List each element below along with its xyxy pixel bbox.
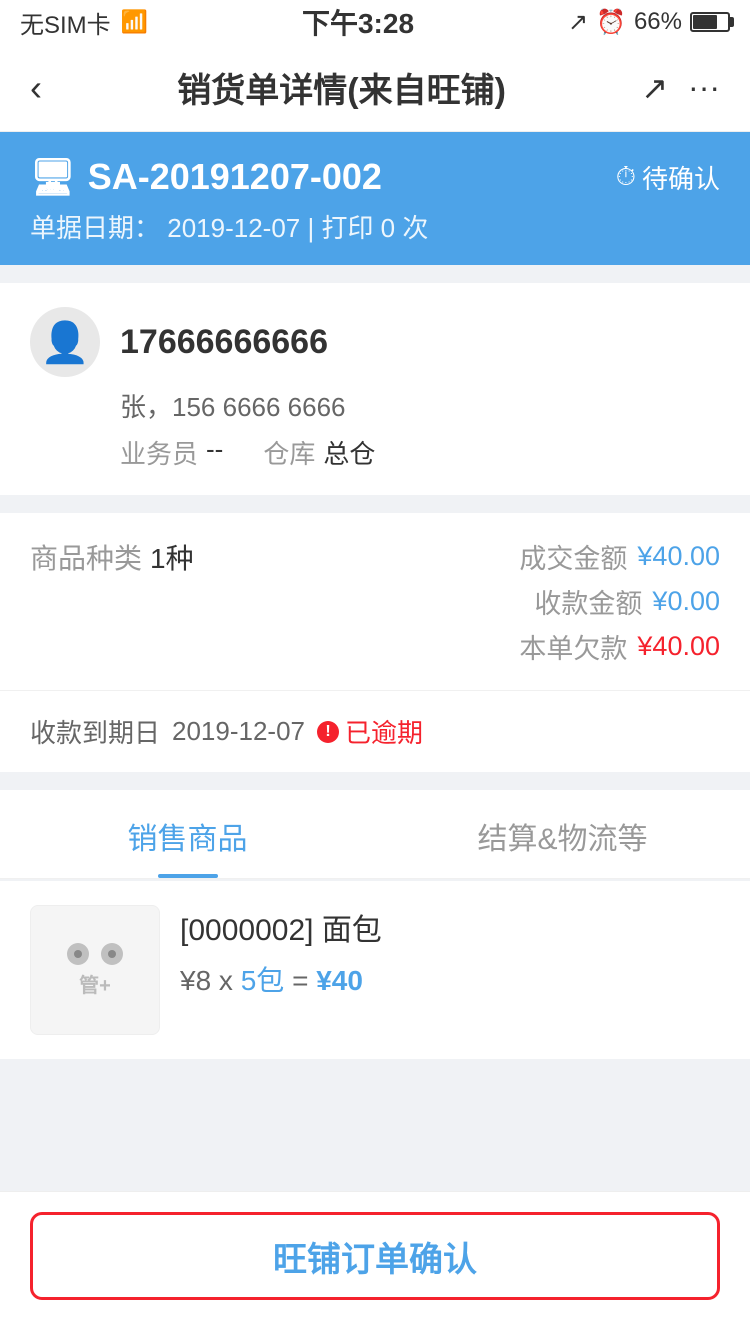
price-equals: = <box>292 965 316 996</box>
arrears-value: ¥40.00 <box>637 631 720 662</box>
product-name: [0000002] 面包 <box>180 905 720 949</box>
order-status: ⏱ 待确认 <box>616 159 720 196</box>
battery-percent: 66% <box>634 8 682 36</box>
customer-name: 张，156 6666 6666 <box>30 387 720 424</box>
battery-icon <box>690 12 730 32</box>
summary-card: 商品种类 1种 成交金额 ¥40.00 收款金额 ¥0.00 本单欠款 ¥40.… <box>0 513 750 690</box>
received-label: 收款金额 <box>534 582 642 621</box>
order-id: 🖥 SA-20191207-002 <box>30 156 382 198</box>
tab-settlement-label: 结算&物流等 <box>477 823 647 856</box>
confirm-order-button[interactable]: 旺铺订单确认 <box>30 1212 720 1300</box>
amount-label: 成交金额 <box>519 537 627 576</box>
carrier-text: 无SIM卡 <box>20 5 111 40</box>
customer-card: 👤 17666666666 张，156 6666 6666 业务员 -- 仓库 … <box>0 283 750 495</box>
section-divider-1 <box>0 495 750 513</box>
location-icon: ↗ <box>568 8 588 37</box>
salesperson-label: 业务员 <box>120 434 198 471</box>
tab-sales[interactable]: 销售商品 <box>0 790 375 878</box>
warehouse-value: 总仓 <box>323 434 375 471</box>
page-title: 销货单详情(来自旺铺) <box>177 63 506 112</box>
product-title: 面包 <box>322 914 382 947</box>
bottom-bar: 旺铺订单确认 <box>0 1191 750 1334</box>
avatar-icon: 👤 <box>40 319 90 366</box>
product-type-value: 1种 <box>150 537 194 577</box>
due-date-label: 收款到期日 <box>30 713 160 750</box>
wifi-icon: 📶 <box>121 9 148 35</box>
avatar: 👤 <box>30 307 100 377</box>
order-date: 单据日期： 2019-12-07 | 打印 0 次 <box>30 208 720 245</box>
tab-underline <box>158 874 218 878</box>
salesperson-value: -- <box>206 434 223 471</box>
status-time: 下午3:28 <box>302 2 414 42</box>
overdue-icon: ! <box>317 721 339 743</box>
product-card: 管+ [0000002] 面包 ¥8 x 5包 = ¥40 <box>0 881 750 1059</box>
nav-actions: ↗ ··· <box>641 69 720 107</box>
owl-eye-right <box>101 943 123 965</box>
customer-meta: 业务员 -- 仓库 总仓 <box>30 434 720 471</box>
arrears-label: 本单欠款 <box>519 627 627 666</box>
more-button[interactable]: ··· <box>688 69 720 106</box>
status-text: 待确认 <box>642 159 720 196</box>
alarm-icon: ⏰ <box>596 8 626 37</box>
section-divider-2 <box>0 772 750 790</box>
status-right: ↗ ⏰ 66% <box>568 8 730 37</box>
price-prefix: ¥8 x <box>180 965 241 996</box>
product-info: [0000002] 面包 ¥8 x 5包 = ¥40 <box>180 905 720 999</box>
tab-sales-label: 销售商品 <box>128 823 248 856</box>
date-value: 2019-12-07 <box>167 213 300 243</box>
date-label: 单据日期： <box>30 213 160 243</box>
order-icon: 🖥 <box>30 156 76 198</box>
print-text: | 打印 0 次 <box>307 213 428 243</box>
product-code: [0000002] <box>180 914 313 947</box>
back-button[interactable]: ‹ <box>30 67 42 109</box>
nav-bar: ‹ 销货单详情(来自旺铺) ↗ ··· <box>0 44 750 132</box>
order-id-text: SA-20191207-002 <box>88 156 382 198</box>
status-bar: 无SIM卡 📶 下午3:28 ↗ ⏰ 66% <box>0 0 750 44</box>
status-left: 无SIM卡 📶 <box>20 5 148 40</box>
product-type-label: 商品种类 <box>30 537 142 577</box>
owl-eye-left <box>67 943 89 965</box>
due-date-value: 2019-12-07 <box>172 716 305 747</box>
order-header: 🖥 SA-20191207-002 ⏱ 待确认 单据日期： 2019-12-07… <box>0 132 750 265</box>
tabs-bar: 销售商品 结算&物流等 <box>0 790 750 879</box>
received-value: ¥0.00 <box>652 586 720 617</box>
status-clock-icon: ⏱ <box>616 161 636 193</box>
product-price: ¥8 x 5包 = ¥40 <box>180 959 720 999</box>
overdue-exclamation: ! <box>325 723 330 741</box>
due-date-card: 收款到期日 2019-12-07 ! 已逾期 <box>0 691 750 772</box>
tab-settlement[interactable]: 结算&物流等 <box>375 790 750 878</box>
share-button[interactable]: ↗ <box>641 69 668 107</box>
product-qty: 5包 <box>241 965 285 996</box>
amount-value: ¥40.00 <box>637 541 720 572</box>
owl-logo-text: 管+ <box>79 969 111 998</box>
warehouse-label: 仓库 <box>263 434 315 471</box>
overdue-text: 已逾期 <box>345 713 423 750</box>
product-thumbnail: 管+ <box>30 905 160 1035</box>
product-total: ¥40 <box>316 965 363 996</box>
customer-phone: 17666666666 <box>120 323 328 362</box>
overdue-badge: ! 已逾期 <box>317 713 423 750</box>
